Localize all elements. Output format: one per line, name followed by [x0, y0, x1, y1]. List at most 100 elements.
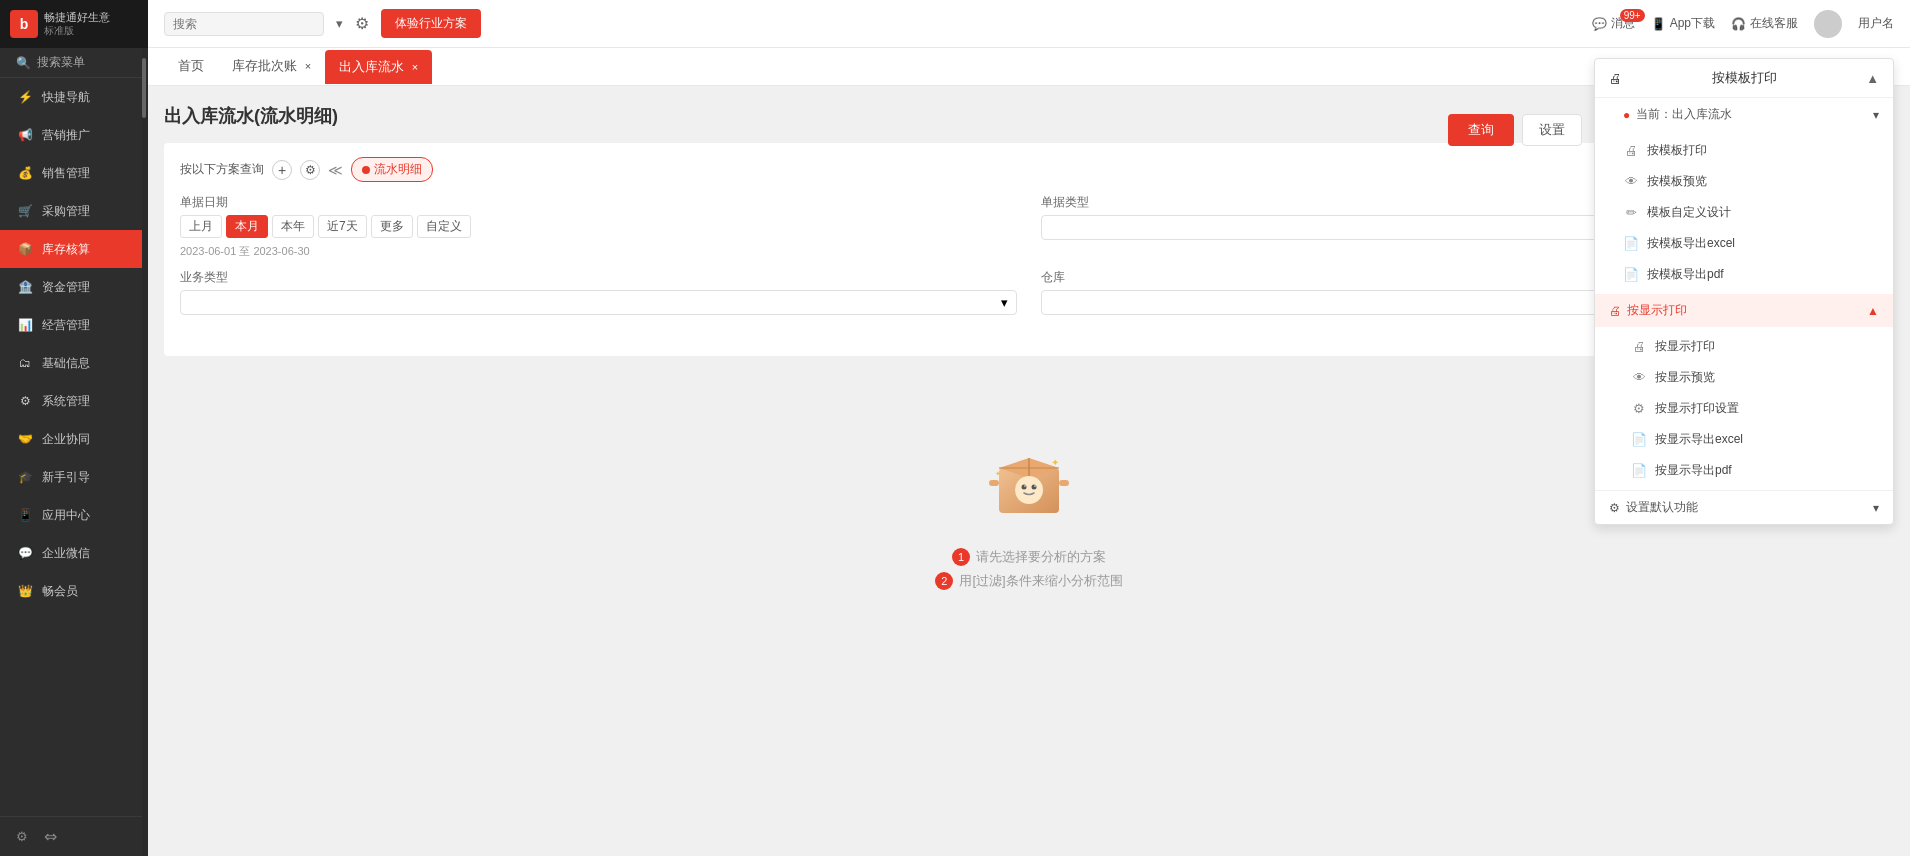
user-avatar[interactable] — [1814, 10, 1842, 38]
sidebar-item-appcenter[interactable]: 📱 应用中心 — [0, 496, 148, 534]
sidebar-item-vip[interactable]: 👑 畅会员 — [0, 572, 148, 610]
app-download-label: App下载 — [1670, 15, 1715, 32]
app-logo: b 畅捷通好生意 标准版 — [0, 0, 148, 48]
sidebar-item-label: 销售管理 — [42, 165, 90, 182]
template-preview-icon: 👁 — [1623, 174, 1639, 190]
current-option[interactable]: ● 当前：出入库流水 ▾ — [1595, 98, 1893, 131]
template-custom-item[interactable]: ✏ 模板自定义设计 — [1595, 197, 1893, 228]
tab-flow-close-icon[interactable]: × — [412, 61, 418, 73]
empty-illustration: ✦ ✦ — [979, 428, 1079, 528]
username-label[interactable]: 用户名 — [1858, 15, 1894, 32]
excel-icon: 📄 — [1623, 236, 1639, 252]
tab-batch[interactable]: 库存批次账 × — [218, 49, 325, 85]
sidebar-item-wecom[interactable]: 💬 企业微信 — [0, 534, 148, 572]
sidebar-item-inventory[interactable]: 📦 库存核算 — [0, 230, 148, 268]
display-print-settings-item[interactable]: ⚙ 按显示打印设置 — [1595, 393, 1893, 424]
topbar-gear-icon[interactable]: ⚙ — [355, 14, 369, 33]
filter-settings-button[interactable]: ⚙ — [300, 160, 320, 180]
display-print-section: 🖨 按显示打印 👁 按显示预览 ⚙ 按显示打印设置 📄 按显示导出excel 📄… — [1595, 327, 1893, 490]
date-shortcut-this-year[interactable]: 本年 — [272, 215, 314, 238]
default-func-arrow: ▾ — [1873, 501, 1879, 515]
app-download-item[interactable]: 📱 App下载 — [1651, 15, 1715, 32]
sales-icon: 💰 — [16, 164, 34, 182]
dropdown-footer[interactable]: ⚙ 设置默认功能 ▾ — [1595, 490, 1893, 524]
sidebar-item-shortcut[interactable]: ⚡ 快捷导航 — [0, 78, 148, 116]
tab-batch-close-icon[interactable]: × — [305, 60, 311, 72]
display-export-excel-item[interactable]: 📄 按显示导出excel — [1595, 424, 1893, 455]
query-button[interactable]: 查询 — [1448, 114, 1514, 146]
svg-rect-9 — [989, 480, 999, 486]
date-shortcut-last-month[interactable]: 上月 — [180, 215, 222, 238]
sidebar-item-sales[interactable]: 💰 销售管理 — [0, 154, 148, 192]
sidebar-search[interactable]: 🔍 搜索菜单 — [0, 48, 148, 78]
display-preview-item[interactable]: 👁 按显示预览 — [1595, 362, 1893, 393]
biztype-select[interactable]: ▾ — [180, 290, 1017, 315]
date-shortcut-7days[interactable]: 近7天 — [318, 215, 367, 238]
active-filter-tag[interactable]: 流水明细 — [351, 157, 433, 182]
current-label: 当前：出入库流水 — [1636, 106, 1732, 123]
settings-button[interactable]: 设置 — [1522, 114, 1582, 146]
sidebar-item-basic[interactable]: 🗂 基础信息 — [0, 344, 148, 382]
system-icon: ⚙ — [16, 392, 34, 410]
sidebar-item-marketing[interactable]: 📢 营销推广 — [0, 116, 148, 154]
sidebar-item-label: 库存核算 — [42, 241, 90, 258]
industry-solution-button[interactable]: 体验行业方案 — [381, 9, 481, 38]
vip-icon: 👑 — [16, 582, 34, 600]
date-shortcut-more[interactable]: 更多 — [371, 215, 413, 238]
sidebar-item-label: 资金管理 — [42, 279, 90, 296]
online-support-item[interactable]: 🎧 在线客服 — [1731, 15, 1798, 32]
date-shortcut-this-month[interactable]: 本月 — [226, 215, 268, 238]
company-name: 畅捷通好生意 — [44, 10, 110, 24]
message-icon: 💬 — [1592, 17, 1607, 31]
date-shortcut-custom[interactable]: 自定义 — [417, 215, 471, 238]
search-input[interactable] — [173, 17, 315, 31]
sidebar-item-label: 采购管理 — [42, 203, 90, 220]
pdf-icon: 📄 — [1623, 267, 1639, 283]
display-export-pdf-label: 按显示导出pdf — [1655, 462, 1732, 479]
query-settings-area: 查询 设置 — [1448, 114, 1582, 146]
display-print-label: 按显示打印 — [1655, 338, 1715, 355]
display-export-pdf-item[interactable]: 📄 按显示导出pdf — [1595, 455, 1893, 486]
template-custom-label: 模板自定义设计 — [1647, 204, 1731, 221]
svg-point-8 — [1034, 485, 1036, 487]
current-icon: ● — [1623, 108, 1630, 122]
message-badge-item[interactable]: 💬 消息 99+ — [1592, 15, 1635, 32]
template-preview-item[interactable]: 👁 按模板预览 — [1595, 166, 1893, 197]
date-range-label: 2023-06-01 至 2023-06-30 — [180, 244, 1017, 259]
inventory-icon: 📦 — [16, 240, 34, 258]
template-print-section: 🖨 按模板打印 👁 按模板预览 ✏ 模板自定义设计 📄 按模板导出excel 📄… — [1595, 131, 1893, 294]
sidebar-item-purchase[interactable]: 🛒 采购管理 — [0, 192, 148, 230]
topbar-right: 💬 消息 99+ 📱 App下载 🎧 在线客服 用户名 — [1592, 10, 1894, 38]
template-export-pdf-item[interactable]: 📄 按模板导出pdf — [1595, 259, 1893, 290]
empty-tip-2: 2 用[过滤]条件来缩小分析范围 — [935, 572, 1122, 590]
svg-point-6 — [1032, 485, 1037, 490]
main-content: ▾ ⚙ 体验行业方案 💬 消息 99+ 📱 App下载 🎧 在线客服 用户名 首… — [148, 0, 1910, 856]
settings-icon[interactable]: ⚙ — [16, 829, 28, 844]
svg-point-7 — [1024, 485, 1026, 487]
current-arrow-icon: ▾ — [1873, 108, 1879, 122]
sidebar-item-collab[interactable]: 🤝 企业协同 — [0, 420, 148, 458]
search-label: 搜索菜单 — [37, 54, 85, 71]
template-export-excel-item[interactable]: 📄 按模板导出excel — [1595, 228, 1893, 259]
topbar-dropdown-arrow[interactable]: ▾ — [336, 16, 343, 31]
tab-home[interactable]: 首页 — [164, 49, 218, 85]
template-print-item[interactable]: 🖨 按模板打印 — [1595, 135, 1893, 166]
sidebar-item-system[interactable]: ⚙ 系统管理 — [0, 382, 148, 420]
filter-collapse-icon[interactable]: ≪ — [328, 162, 343, 178]
tab-batch-label: 库存批次账 — [232, 58, 297, 73]
sidebar-item-guide[interactable]: 🎓 新手引导 — [0, 458, 148, 496]
scroll-thumb — [142, 58, 146, 118]
display-preview-icon: 👁 — [1631, 370, 1647, 386]
display-print-section-header[interactable]: 🖨 按显示打印 ▲ — [1595, 294, 1893, 327]
tab-flow-label: 出入库流水 — [339, 59, 404, 74]
display-excel-icon: 📄 — [1631, 432, 1647, 448]
filter-add-button[interactable]: + — [272, 160, 292, 180]
sidebar-footer: ⚙ ⇔ — [0, 816, 148, 856]
topbar-search-box[interactable] — [164, 12, 324, 36]
dropdown-close-icon[interactable]: ▲ — [1866, 71, 1879, 86]
collapse-icon[interactable]: ⇔ — [44, 827, 57, 846]
sidebar-item-operation[interactable]: 📊 经营管理 — [0, 306, 148, 344]
sidebar-item-finance[interactable]: 🏦 资金管理 — [0, 268, 148, 306]
tab-flow[interactable]: 出入库流水 × — [325, 50, 432, 84]
display-print-item[interactable]: 🖨 按显示打印 — [1595, 331, 1893, 362]
